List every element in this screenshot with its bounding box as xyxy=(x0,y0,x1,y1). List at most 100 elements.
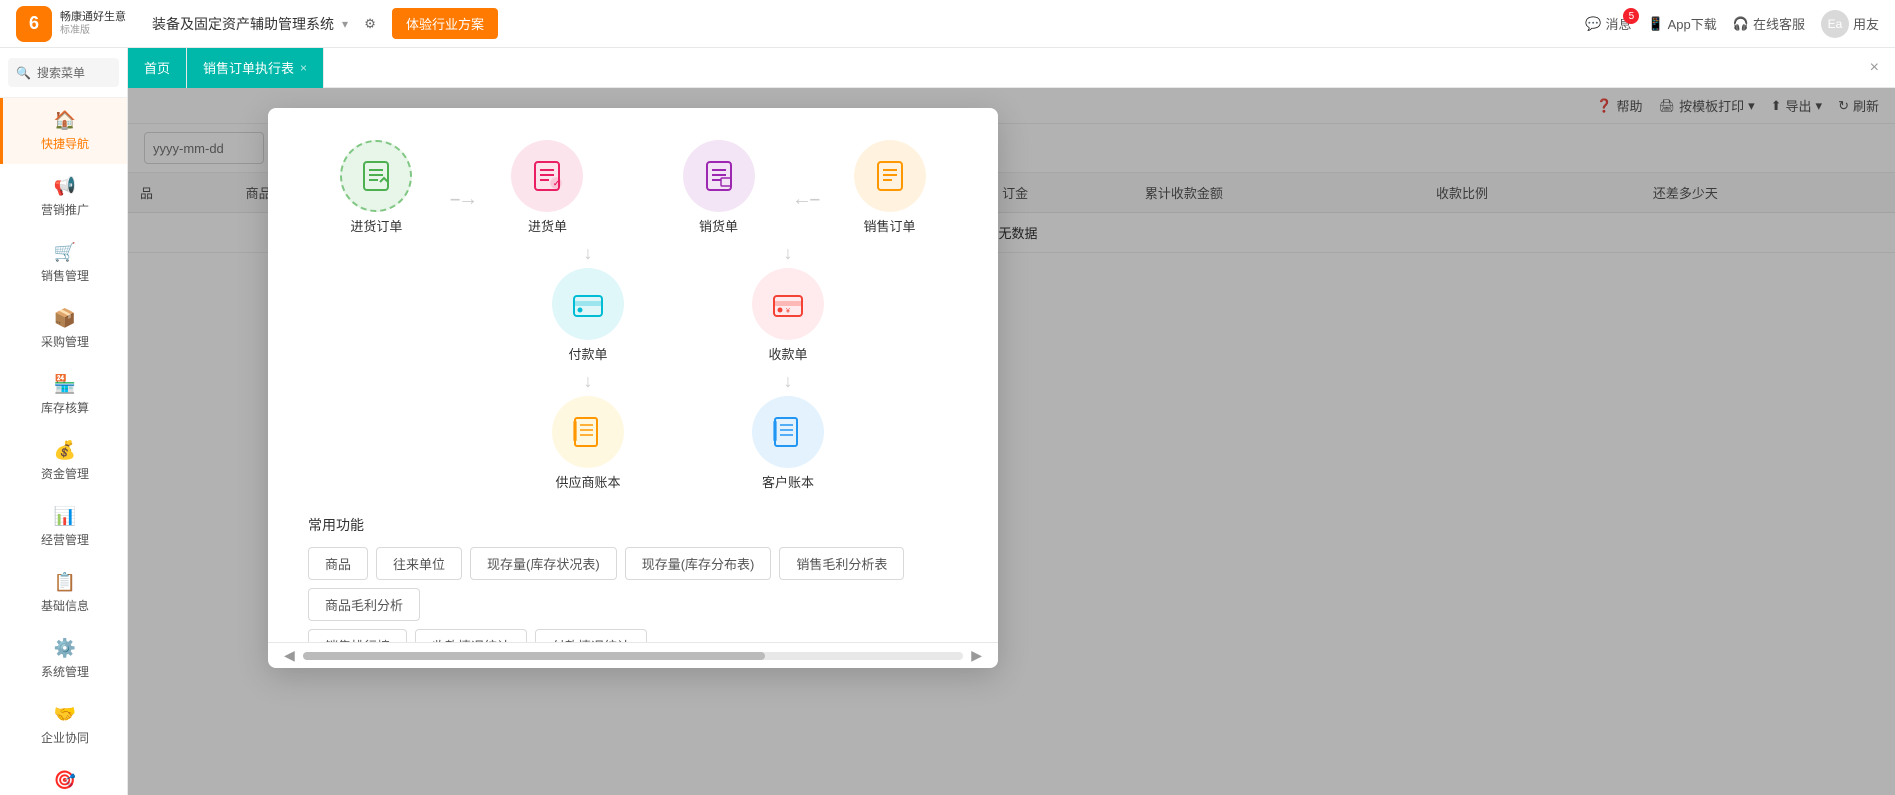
sales-bill-label: 销货单 xyxy=(699,216,738,235)
flow-node-sales-order[interactable]: 销售订单 xyxy=(821,140,958,235)
message-badge: 5 xyxy=(1623,8,1639,24)
search-icon: 🔍 xyxy=(16,66,31,80)
scroll-right-icon[interactable]: ▶ xyxy=(971,647,982,664)
sidebar-item-sales[interactable]: 🛒 销售管理 xyxy=(0,230,127,296)
sidebar-item-finance[interactable]: 💰 资金管理 xyxy=(0,428,127,494)
func-btn-goods[interactable]: 商品 xyxy=(308,547,368,580)
scroll-area: ◀ ▶ xyxy=(268,642,998,668)
sidebar-item-enterprise[interactable]: 🤝 企业协同 xyxy=(0,692,127,758)
common-functions-title: 常用功能 xyxy=(308,515,958,535)
flow-row-2: 付款单 ¥ 收款单 xyxy=(308,268,958,363)
flow-node-supplier-ledger[interactable]: 供应商账本 xyxy=(508,396,668,491)
purchase-bill-icon: ✓ xyxy=(511,140,583,212)
tab-bar: 首页 销售订单执行表 × × xyxy=(128,48,1895,88)
chart-icon: 📊 xyxy=(54,506,76,527)
func-btn-receipt-stat[interactable]: 收款情况统计 xyxy=(415,629,527,642)
dropdown-arrow-icon[interactable]: ▾ xyxy=(342,17,348,31)
gear-icon: ⚙️ xyxy=(54,638,76,659)
search-menu-button[interactable]: 🔍 搜索菜单 xyxy=(8,58,119,87)
flow-node-receipt[interactable]: ¥ 收款单 xyxy=(708,268,868,363)
func-btn-payment-stat[interactable]: 付款情况统计 xyxy=(535,629,647,642)
func-btn-stock-dist[interactable]: 现存量(库存分布表) xyxy=(625,547,772,580)
tab-sales-order-exec[interactable]: 销售订单执行表 × xyxy=(187,48,324,88)
arrow-down-4-icon: ↓ xyxy=(708,243,868,264)
arrow-1-icon: - - → xyxy=(445,188,479,211)
store-icon: 🏪 xyxy=(54,374,76,395)
page-content: ❓ 帮助 🖨 按模板打印 ▾ ⬆ 导出 ▾ xyxy=(128,88,1895,795)
func-btn-counterpart[interactable]: 往来单位 xyxy=(376,547,462,580)
sidebar: 🔍 搜索菜单 🏠 快捷导航 📢 营销推广 🛒 销售管理 📦 采购管理 xyxy=(0,48,128,795)
message-icon: 💬 xyxy=(1585,16,1601,32)
modal-box: 进货订单 - - → ✓ xyxy=(268,108,998,668)
sidebar-item-purchase[interactable]: 📦 采购管理 xyxy=(0,296,127,362)
func-btn-stock-status[interactable]: 现存量(库存状况表) xyxy=(470,547,617,580)
scroll-track[interactable] xyxy=(303,652,963,660)
func-btn-sales-rank[interactable]: 销售排行榜 xyxy=(308,629,407,642)
user-menu-btn[interactable]: Ea 用友 xyxy=(1821,10,1879,38)
payment-label: 付款单 xyxy=(568,344,607,363)
arrow-down-receipt-icon: ↓ xyxy=(708,371,868,392)
spacer-down-1 xyxy=(308,243,468,264)
app-download-btn[interactable]: 📱 App下载 xyxy=(1647,14,1716,33)
top-right-area: 💬 消息 5 📱 App下载 🎧 在线客服 Ea 用友 xyxy=(1585,10,1879,38)
flow-node-customer-ledger[interactable]: 客户账本 xyxy=(708,396,868,491)
sidebar-item-operations[interactable]: 📊 经营管理 xyxy=(0,494,127,560)
home-icon: 🏠 xyxy=(54,110,76,131)
logo-icon: 6 xyxy=(16,6,52,42)
sidebar-item-marketing[interactable]: 📢 营销推广 xyxy=(0,164,127,230)
money-icon: 💰 xyxy=(54,440,76,461)
close-window-icon[interactable]: × xyxy=(1870,59,1879,77)
message-btn[interactable]: 💬 消息 5 xyxy=(1585,14,1631,33)
sidebar-item-quick-nav[interactable]: 🏠 快捷导航 xyxy=(0,98,127,164)
payment-icon xyxy=(552,268,624,340)
sidebar-item-sys-mgmt[interactable]: ⚙️ 系统管理 xyxy=(0,626,127,692)
headset-icon: 🎧 xyxy=(1733,16,1749,32)
system-title-area: 装备及固定资产辅助管理系统 ▾ ⚙ 体验行业方案 xyxy=(152,8,498,39)
sidebar-search-area: 🔍 搜索菜单 xyxy=(0,48,127,98)
flow-node-purchase-order[interactable]: 进货订单 xyxy=(308,140,445,235)
scroll-thumb[interactable] xyxy=(303,652,765,660)
avatar: Ea xyxy=(1821,10,1849,38)
sidebar-item-basic-info[interactable]: 📋 基础信息 xyxy=(0,560,127,626)
online-service-btn[interactable]: 🎧 在线客服 xyxy=(1733,14,1805,33)
receipt-label: 收款单 xyxy=(768,344,807,363)
supplier-ledger-icon xyxy=(552,396,624,468)
top-bar: 6 畅康通好生意 标准版 装备及固定资产辅助管理系统 ▾ ⚙ 体验行业方案 💬 … xyxy=(0,0,1895,48)
common-functions: 常用功能 商品 往来单位 现存量(库存状况表) 现存量(库存分布表) 销售毛利分… xyxy=(308,515,958,642)
function-buttons-row-1: 商品 往来单位 现存量(库存状况表) 现存量(库存分布表) 销售毛利分析表 商品… xyxy=(308,547,958,621)
flow-arrows-down: ↓ ↓ xyxy=(308,243,958,264)
modal-content: 进货订单 - - → ✓ xyxy=(268,108,998,642)
tab-close-icon[interactable]: × xyxy=(300,61,307,75)
purchase-order-label: 进货订单 xyxy=(350,216,402,235)
modal-overlay[interactable]: 进货订单 - - → ✓ xyxy=(128,88,1895,795)
flow-node-purchase-bill[interactable]: ✓ 进货单 xyxy=(479,140,616,235)
sales-bill-icon xyxy=(683,140,755,212)
tab-home[interactable]: 首页 xyxy=(128,48,187,88)
target-icon: 🎯 xyxy=(54,770,76,791)
sidebar-item-inventory[interactable]: 🏪 库存核算 xyxy=(0,362,127,428)
phone-icon: 📱 xyxy=(1647,16,1663,32)
trial-button[interactable]: 体验行业方案 xyxy=(392,8,498,39)
func-btn-sales-gross[interactable]: 销售毛利分析表 xyxy=(779,547,904,580)
content-area: 首页 销售订单执行表 × × ❓ 帮助 xyxy=(128,48,1895,795)
purchase-order-icon xyxy=(340,140,412,212)
supplier-ledger-label: 供应商账本 xyxy=(555,472,620,491)
func-btn-goods-gross[interactable]: 商品毛利分析 xyxy=(308,588,420,621)
flow-row-1: 进货订单 - - → ✓ xyxy=(308,140,958,235)
system-title: 装备及固定资产辅助管理系统 xyxy=(152,14,334,34)
flow-node-sales-bill[interactable]: 销货单 xyxy=(650,140,787,235)
main-area: 🔍 搜索菜单 🏠 快捷导航 📢 营销推广 🛒 销售管理 📦 采购管理 xyxy=(0,48,1895,795)
scroll-left-icon[interactable]: ◀ xyxy=(284,647,295,664)
arrow-down-2-icon: ↓ xyxy=(508,243,668,264)
arrow-2-icon: ← - - xyxy=(787,188,821,211)
handshake-icon: 🤝 xyxy=(54,704,76,725)
sales-order-icon xyxy=(854,140,926,212)
flow-node-payment[interactable]: 付款单 xyxy=(508,268,668,363)
customer-ledger-label: 客户账本 xyxy=(762,472,814,491)
sidebar-item-newbie[interactable]: 🎯 新手引导 xyxy=(0,758,127,795)
receipt-icon: ¥ xyxy=(752,268,824,340)
customer-ledger-icon xyxy=(752,396,824,468)
svg-text:¥: ¥ xyxy=(786,308,790,315)
settings-icon[interactable]: ⚙ xyxy=(356,10,384,38)
logo-text: 畅康通好生意 标准版 xyxy=(60,10,126,37)
